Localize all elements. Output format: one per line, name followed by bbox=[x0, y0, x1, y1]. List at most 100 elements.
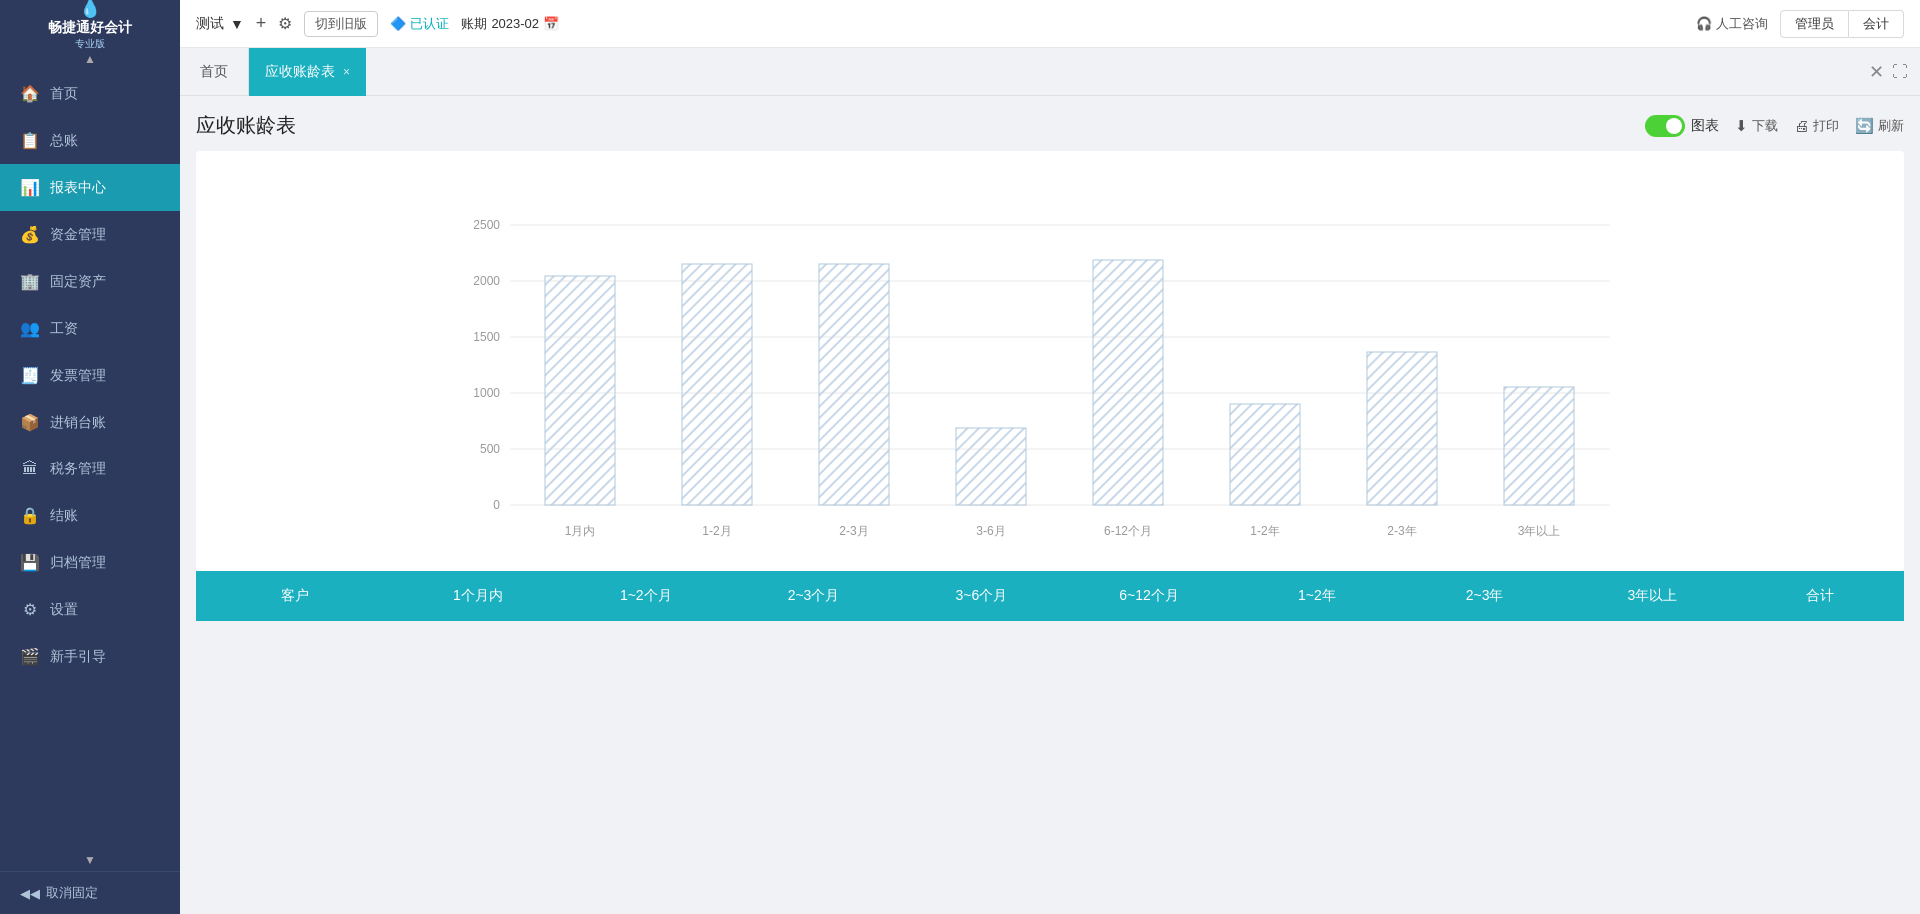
sidebar-item-label: 资金管理 bbox=[50, 226, 106, 244]
table-header-3-6m: 3~6个月 bbox=[897, 571, 1065, 621]
support-icon: 🎧 bbox=[1696, 16, 1712, 31]
print-label: 打印 bbox=[1813, 117, 1839, 135]
table-header-2-3m: 2~3个月 bbox=[730, 571, 898, 621]
cancel-fixed-label: 取消固定 bbox=[46, 884, 98, 902]
refresh-label: 刷新 bbox=[1878, 117, 1904, 135]
chart-area: 0 500 1000 1500 2000 2500 bbox=[196, 151, 1904, 571]
print-icon: 🖨 bbox=[1794, 117, 1809, 134]
period-selector[interactable]: 账期 2023-02 📅 bbox=[461, 15, 559, 33]
sidebar-item-settings[interactable]: ⚙ 设置 bbox=[0, 586, 180, 633]
tab-bar: 首页 应收账龄表 × ✕ ⛶ bbox=[180, 48, 1920, 96]
sidebar-item-invoices[interactable]: 🧾 发票管理 bbox=[0, 352, 180, 399]
bar-6-12月 bbox=[1093, 260, 1163, 505]
page-content: 应收账龄表 图表 ⬇ 下载 🖨 打印 bbox=[180, 96, 1920, 914]
tab-receivable-aging[interactable]: 应收账龄表 × bbox=[249, 48, 366, 96]
bar-3-6月 bbox=[956, 428, 1026, 505]
tab-active-label: 应收账龄表 bbox=[265, 63, 335, 81]
bar-1月内 bbox=[545, 276, 615, 505]
accountant-button[interactable]: 会计 bbox=[1849, 10, 1904, 38]
period-label: 账期 bbox=[461, 15, 487, 33]
certified-label: 已认证 bbox=[410, 15, 449, 33]
tab-bar-right: ✕ ⛶ bbox=[1869, 61, 1920, 83]
cancel-fixed-button[interactable]: ◀◀ 取消固定 bbox=[0, 871, 180, 914]
table-header-6-12m: 6~12个月 bbox=[1065, 571, 1233, 621]
archive-icon: 💾 bbox=[20, 553, 40, 572]
sidebar-item-guide[interactable]: 🎬 新手引导 bbox=[0, 633, 180, 680]
calendar-icon: 📅 bbox=[543, 16, 559, 31]
close-icon[interactable]: ✕ bbox=[1869, 61, 1884, 83]
expand-icon[interactable]: ⛶ bbox=[1892, 63, 1908, 81]
sidebar-item-closing[interactable]: 🔒 结账 bbox=[0, 492, 180, 539]
switch-old-button[interactable]: 切到旧版 bbox=[304, 11, 378, 37]
print-button[interactable]: 🖨 打印 bbox=[1794, 117, 1839, 135]
sidebar-item-label: 工资 bbox=[50, 320, 78, 338]
download-button[interactable]: ⬇ 下载 bbox=[1735, 117, 1778, 135]
svg-text:2-3年: 2-3年 bbox=[1387, 524, 1416, 538]
bar-chart: 0 500 1000 1500 2000 2500 bbox=[228, 175, 1872, 555]
tab-home[interactable]: 首页 bbox=[180, 48, 249, 96]
sidebar-item-label: 归档管理 bbox=[50, 554, 106, 572]
add-button[interactable]: + bbox=[256, 13, 267, 34]
main-layout: ▲ 🏠 首页 📋 总账 📊 报表中心 💰 资金管理 🏢 固定资产 bbox=[0, 48, 1920, 914]
manager-button[interactable]: 管理员 bbox=[1780, 10, 1849, 38]
chart-toggle[interactable] bbox=[1645, 115, 1685, 137]
table-header-total: 合计 bbox=[1736, 571, 1904, 621]
certified-icon: 🔷 bbox=[390, 16, 406, 31]
sidebar-item-label: 新手引导 bbox=[50, 648, 106, 666]
reports-icon: 📊 bbox=[20, 178, 40, 197]
toggle-label: 图表 bbox=[1691, 117, 1719, 135]
bar-2-3月 bbox=[819, 264, 889, 505]
sidebar-item-label: 发票管理 bbox=[50, 367, 106, 385]
sidebar-item-home[interactable]: 🏠 首页 bbox=[0, 70, 180, 117]
download-label: 下载 bbox=[1752, 117, 1778, 135]
invoices-icon: 🧾 bbox=[20, 366, 40, 385]
svg-text:3-6月: 3-6月 bbox=[976, 524, 1005, 538]
svg-text:0: 0 bbox=[493, 498, 500, 512]
logo-sub-text: 专业版 bbox=[48, 37, 132, 51]
app-logo: 💧 畅捷通好会计 专业版 bbox=[0, 0, 180, 48]
project-selector[interactable]: 测试 ▼ bbox=[196, 15, 244, 33]
svg-text:2500: 2500 bbox=[473, 218, 500, 232]
sidebar-item-reports[interactable]: 📊 报表中心 bbox=[0, 164, 180, 211]
project-name: 测试 bbox=[196, 15, 224, 33]
sidebar-item-assets[interactable]: 🏢 固定资产 bbox=[0, 258, 180, 305]
sidebar-item-label: 固定资产 bbox=[50, 273, 106, 291]
certified-badge: 🔷 已认证 bbox=[390, 15, 449, 33]
table-header-customer: 客户 bbox=[196, 571, 394, 621]
sidebar-item-ledger[interactable]: 📋 总账 bbox=[0, 117, 180, 164]
tab-close-icon[interactable]: × bbox=[343, 65, 350, 79]
sidebar-item-inventory[interactable]: 📦 进销台账 bbox=[0, 399, 180, 446]
sidebar-item-payroll[interactable]: 👥 工资 bbox=[0, 305, 180, 352]
sidebar-item-label: 设置 bbox=[50, 601, 78, 619]
support-button[interactable]: 🎧 人工咨询 bbox=[1696, 15, 1768, 33]
topbar-right: 🎧 人工咨询 管理员 会计 bbox=[1696, 10, 1904, 38]
sidebar-item-label: 总账 bbox=[50, 132, 78, 150]
report-actions: 图表 ⬇ 下载 🖨 打印 🔄 刷新 bbox=[1645, 115, 1904, 137]
ledger-icon: 📋 bbox=[20, 131, 40, 150]
chart-toggle-group: 图表 bbox=[1645, 115, 1719, 137]
bar-1-2年 bbox=[1230, 404, 1300, 505]
svg-text:3年以上: 3年以上 bbox=[1518, 524, 1561, 538]
report-container[interactable]: 应收账龄表 图表 ⬇ 下载 🖨 打印 bbox=[180, 96, 1920, 914]
sidebar-scroll-down[interactable]: ▼ bbox=[0, 849, 180, 871]
logo-icon: 💧 bbox=[48, 0, 132, 19]
sidebar-item-archive[interactable]: 💾 归档管理 bbox=[0, 539, 180, 586]
support-label: 人工咨询 bbox=[1716, 15, 1768, 33]
payroll-icon: 👥 bbox=[20, 319, 40, 338]
dropdown-icon: ▼ bbox=[230, 16, 244, 32]
settings-icon[interactable]: ⚙ bbox=[278, 14, 292, 33]
refresh-button[interactable]: 🔄 刷新 bbox=[1855, 117, 1904, 135]
bar-1-2月 bbox=[682, 264, 752, 505]
table-header-1m: 1个月内 bbox=[394, 571, 562, 621]
user-buttons: 管理员 会计 bbox=[1780, 10, 1904, 38]
sidebar-item-tax[interactable]: 🏛 税务管理 bbox=[0, 446, 180, 492]
sidebar-item-funds[interactable]: 💰 资金管理 bbox=[0, 211, 180, 258]
settings-icon: ⚙ bbox=[20, 600, 40, 619]
sidebar-item-label: 结账 bbox=[50, 507, 78, 525]
table-header-1-2m: 1~2个月 bbox=[562, 571, 730, 621]
unpin-icon: ◀◀ bbox=[20, 886, 40, 901]
table-header-1-2y: 1~2年 bbox=[1233, 571, 1401, 621]
topbar: 💧 畅捷通好会计 专业版 测试 ▼ + ⚙ 切到旧版 🔷 已认证 账期 2023… bbox=[0, 0, 1920, 48]
sidebar-item-label: 税务管理 bbox=[50, 460, 106, 478]
sidebar-scroll-up[interactable]: ▲ bbox=[0, 48, 180, 70]
